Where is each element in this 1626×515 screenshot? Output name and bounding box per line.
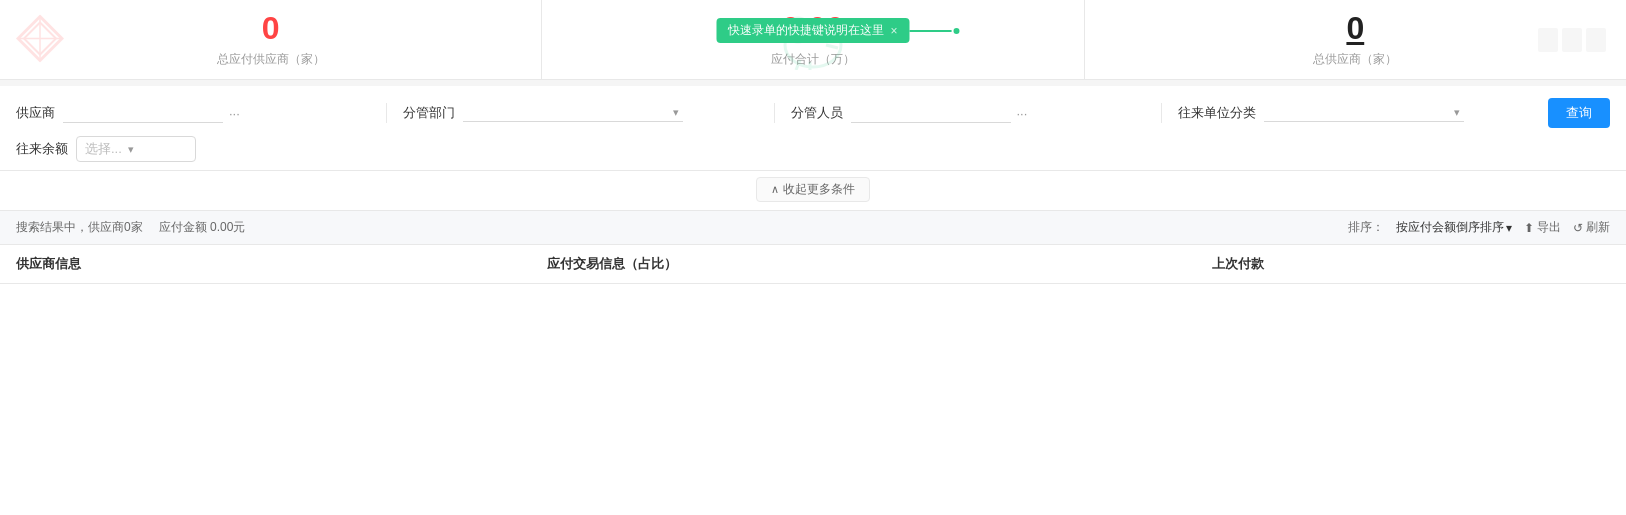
filter-section: 供应商 ··· 分管部门 ▾ 分管人员 ··· 往来单位分类 ▾ xyxy=(0,86,1626,171)
divider-2 xyxy=(774,103,775,123)
category-chevron-icon: ▾ xyxy=(1454,106,1460,119)
supplier-more-btn[interactable]: ··· xyxy=(223,106,246,121)
collapse-btn-label: 收起更多条件 xyxy=(783,181,855,198)
person-label: 分管人员 xyxy=(791,104,843,122)
svg-line-7 xyxy=(826,45,838,48)
quick-shortcut-tooltip: 快速录单的快捷键说明在这里 × xyxy=(716,18,909,43)
person-filter: 分管人员 ··· xyxy=(791,103,1145,123)
supplier-input[interactable] xyxy=(63,103,223,123)
refresh-label: 刷新 xyxy=(1586,219,1610,236)
divider-1 xyxy=(386,103,387,123)
supplier-label: 供应商 xyxy=(16,104,55,122)
stats-bar: 0 总应付供应商（家） 快速录单的快捷键说明在这里 × xyxy=(0,0,1626,80)
collapse-bar: ∧ 收起更多条件 xyxy=(0,171,1626,211)
diamond-bg-icon xyxy=(16,14,64,62)
col-header-transaction-info: 应付交易信息（占比） xyxy=(547,255,1211,273)
department-filter: 分管部门 ▾ xyxy=(403,104,757,122)
total-suppliers-number: 0 xyxy=(1346,11,1364,46)
amount-summary: 应付金额 0.00元 xyxy=(159,219,246,236)
filter-row-1: 供应商 ··· 分管部门 ▾ 分管人员 ··· 往来单位分类 ▾ xyxy=(16,98,1610,128)
payable-suppliers-number: 0 xyxy=(262,11,280,46)
total-suppliers-label: 总供应商（家） xyxy=(1313,51,1397,68)
category-filter: 往来单位分类 ▾ xyxy=(1178,104,1532,122)
category-label: 往来单位分类 xyxy=(1178,104,1256,122)
balance-label: 往来余额 xyxy=(16,140,68,158)
person-more-btn[interactable]: ··· xyxy=(1011,106,1034,121)
filter-row-2: 往来余额 选择... ▾ xyxy=(16,136,1610,162)
table-section: 供应商信息 应付交易信息（占比） 上次付款 xyxy=(0,245,1626,515)
collapse-conditions-btn[interactable]: ∧ 收起更多条件 xyxy=(756,177,870,202)
stat-total-suppliers: 0 总供应商（家） xyxy=(1085,0,1626,79)
department-select[interactable]: ▾ xyxy=(463,104,683,122)
payable-suppliers-label: 总应付供应商（家） xyxy=(217,51,325,68)
category-select[interactable]: ▾ xyxy=(1264,104,1464,122)
sort-chevron-icon: ▾ xyxy=(1506,221,1512,235)
sort-select[interactable]: 按应付会额倒序排序 ▾ xyxy=(1396,219,1512,236)
collapse-arrow-icon: ∧ xyxy=(771,183,779,196)
query-button[interactable]: 查询 xyxy=(1548,98,1610,128)
balance-chevron-icon: ▾ xyxy=(128,143,134,156)
balance-placeholder: 选择... xyxy=(85,140,122,158)
export-label: 导出 xyxy=(1537,219,1561,236)
results-bar: 搜索结果中，供应商0家 应付金额 0.00元 排序： 按应付会额倒序排序 ▾ ⬆… xyxy=(0,211,1626,245)
col-header-supplier-info: 供应商信息 xyxy=(16,255,547,273)
divider-3 xyxy=(1161,103,1162,123)
refresh-btn[interactable]: ↺ 刷新 xyxy=(1573,219,1610,236)
person-input[interactable] xyxy=(851,103,1011,123)
col-header-last-payment: 上次付款 xyxy=(1212,255,1611,273)
department-chevron-icon: ▾ xyxy=(673,106,679,119)
tooltip-close-btn[interactable]: × xyxy=(890,24,897,38)
results-actions: 排序： 按应付会额倒序排序 ▾ ⬆ 导出 ↺ 刷新 xyxy=(1348,219,1610,236)
balance-select[interactable]: 选择... ▾ xyxy=(76,136,196,162)
table-header: 供应商信息 应付交易信息（占比） 上次付款 xyxy=(0,245,1626,284)
export-icon: ⬆ xyxy=(1524,221,1534,235)
tooltip-text: 快速录单的快捷键说明在这里 xyxy=(728,22,884,39)
export-btn[interactable]: ⬆ 导出 xyxy=(1524,219,1561,236)
stat-payable-suppliers: 0 总应付供应商（家） xyxy=(0,0,542,79)
sort-prefix: 排序： xyxy=(1348,219,1384,236)
department-label: 分管部门 xyxy=(403,104,455,122)
table-body xyxy=(0,284,1626,515)
results-summary: 搜索结果中，供应商0家 应付金额 0.00元 xyxy=(16,219,245,236)
supplier-filter: 供应商 ··· xyxy=(16,103,370,123)
balance-filter: 往来余额 选择... ▾ xyxy=(16,136,196,162)
sort-value: 按应付会额倒序排序 xyxy=(1396,219,1504,236)
supplier-count-summary: 搜索结果中，供应商0家 xyxy=(16,219,143,236)
stat-payable-total: 快速录单的快捷键说明在这里 × 0.00 应付合计（万） xyxy=(542,0,1084,79)
refresh-icon: ↺ xyxy=(1573,221,1583,235)
